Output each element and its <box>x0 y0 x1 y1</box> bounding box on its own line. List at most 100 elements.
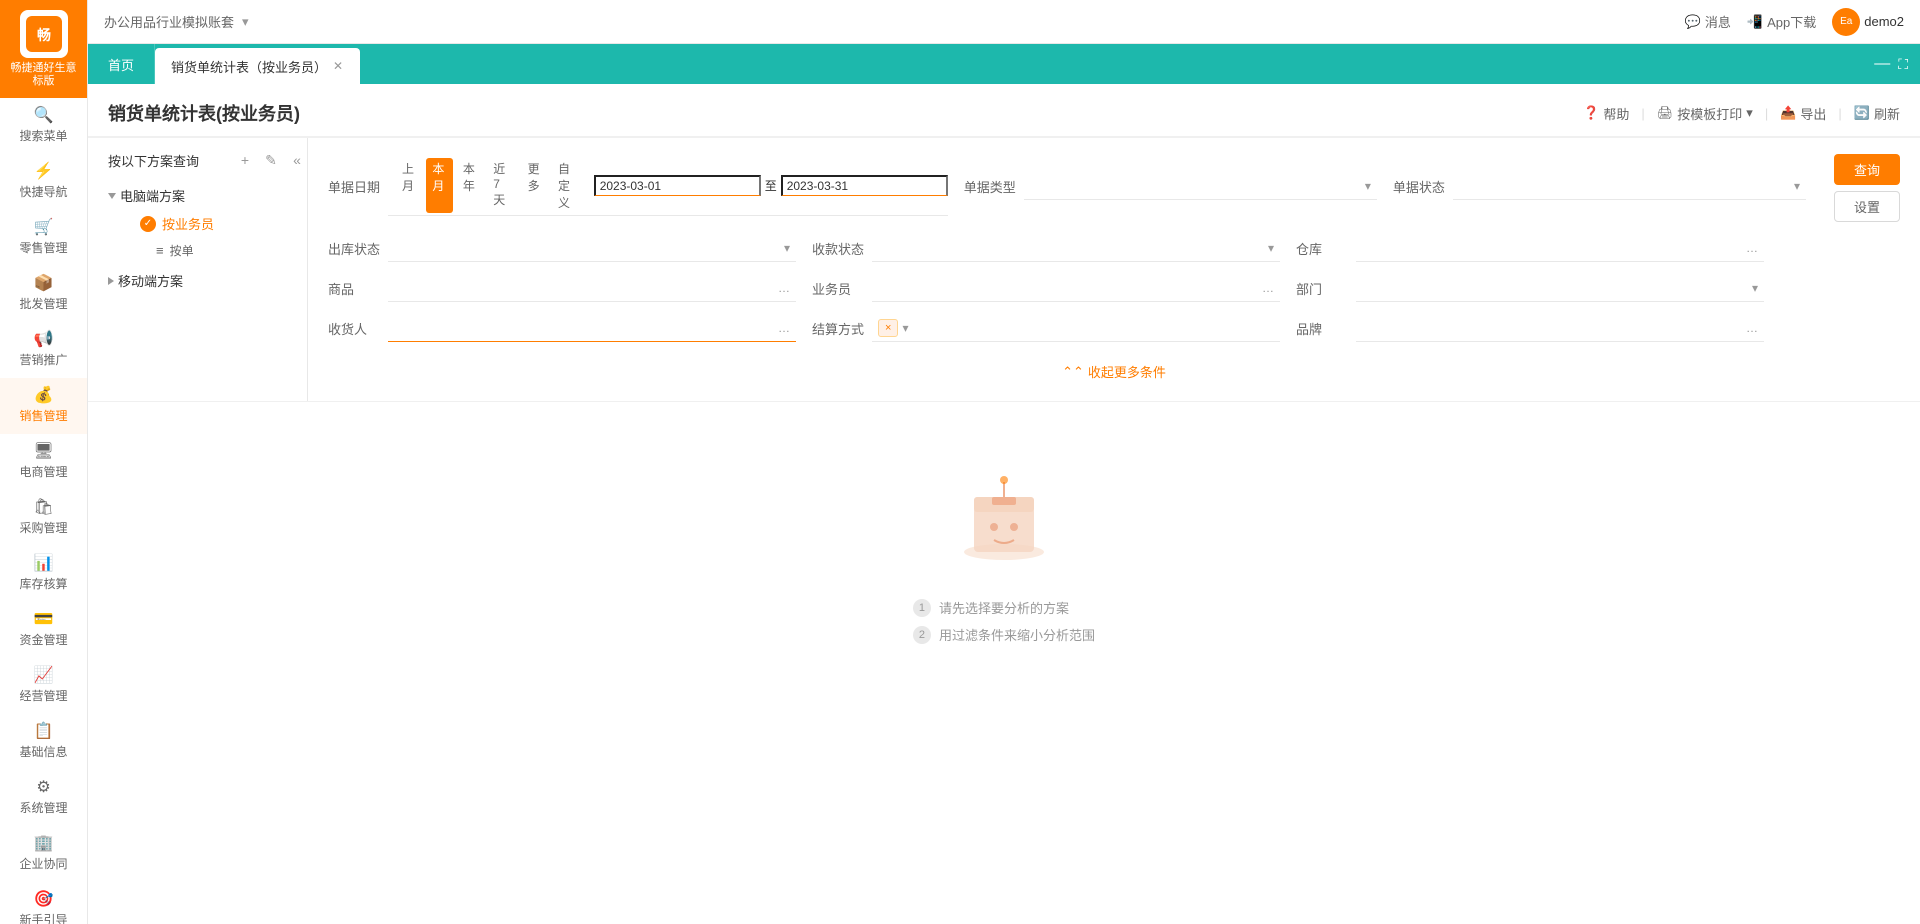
export-button[interactable]: 📤 导出 <box>1780 104 1826 123</box>
sidebar-item-ecommerce[interactable]: 🖥 电商管理 <box>0 434 87 490</box>
filter-scheme-title: 按以下方案查询 <box>108 151 199 170</box>
sidebar-item-enterprise[interactable]: 🏢 企业协同 <box>0 826 87 882</box>
add-scheme-button[interactable]: + <box>235 150 255 170</box>
settlement-dropdown[interactable]: × ▾ <box>872 314 1280 342</box>
tab-minimize-icon[interactable]: — <box>1874 55 1890 73</box>
sidebar-item-label: 采购管理 <box>19 519 67 536</box>
doc-type-dropdown[interactable]: ▾ <box>1024 172 1377 200</box>
outbound-status-dropdown[interactable]: ▾ <box>388 234 796 262</box>
topbar-title: 办公用品行业模拟账套 <box>104 12 234 31</box>
chevron-down-icon: ▾ <box>1268 241 1274 255</box>
filter-item-consignee: 收货人 … <box>328 314 796 342</box>
this-year-btn[interactable]: 本年 <box>457 158 483 213</box>
content: 销货单统计表(按业务员) ❓ 帮助 | 🖨 按模板打印 ▾ | 📤 <box>88 84 1920 924</box>
page-header: 销货单统计表(按业务员) ❓ 帮助 | 🖨 按模板打印 ▾ | 📤 <box>88 84 1920 137</box>
refresh-button[interactable]: 🔄 刷新 <box>1854 104 1900 123</box>
date-to-input[interactable] <box>781 175 948 196</box>
collapse-conditions-button[interactable]: ⌃⌃ 收起更多条件 <box>1062 362 1166 381</box>
this-month-btn[interactable]: 本月 <box>426 158 452 213</box>
sidebar-item-purchase[interactable]: 🛍 采购管理 <box>0 490 87 546</box>
doc-status-dropdown[interactable]: ▾ <box>1453 172 1806 200</box>
page: 销货单统计表(按业务员) ❓ 帮助 | 🖨 按模板打印 ▾ | 📤 <box>88 84 1920 924</box>
sidebar-item-label: 系统管理 <box>19 799 67 816</box>
sidebar-item-label: 库存核算 <box>19 575 67 592</box>
date-label: 单据日期 <box>328 177 388 196</box>
order-icon: ≡ <box>156 243 164 258</box>
filter-item-payment-status: 收款状态 ▾ <box>812 234 1280 262</box>
sidebar-item-wholesale[interactable]: 📦 批发管理 <box>0 266 87 322</box>
purchase-icon: 🛍 <box>33 500 53 516</box>
basic-icon: 📋 <box>34 724 54 740</box>
filter-panel: 按以下方案查询 + ✎ « 电脑端方案 <box>88 138 1920 401</box>
dots-icon: … <box>778 281 790 295</box>
scheme-group-mobile-header[interactable]: 移动端方案 <box>108 267 307 294</box>
sidebar-item-inventory[interactable]: 📊 库存核算 <box>0 546 87 602</box>
doc-type-label: 单据类型 <box>964 177 1024 196</box>
sidebar-item-finance[interactable]: 💳 资金管理 <box>0 602 87 658</box>
filter-item-settlement: 结算方式 × ▾ <box>812 314 1280 342</box>
salesperson-picker[interactable]: … <box>872 274 1280 302</box>
user-area[interactable]: Ea demo2 <box>1832 8 1904 36</box>
edit-scheme-button[interactable]: ✎ <box>261 150 281 170</box>
sidebar-item-sales[interactable]: 💰 销售管理 <box>0 378 87 434</box>
scheme-group-label: 移动端方案 <box>118 271 183 290</box>
marketing-icon: 📢 <box>34 332 54 348</box>
tip-num-1: 1 <box>913 599 931 617</box>
sidebar-item-quicknav[interactable]: ⚡ 快捷导航 <box>0 154 87 210</box>
tabbar: 首页 销货单统计表（按业务员） ✕ — ⛶ <box>88 44 1920 84</box>
tab-home[interactable]: 首页 <box>88 44 155 84</box>
operations-icon: 📈 <box>34 668 54 684</box>
setting-button[interactable]: 设置 <box>1834 191 1900 222</box>
query-button[interactable]: 查询 <box>1834 154 1900 185</box>
product-picker[interactable]: … <box>388 274 796 302</box>
sidebar-item-newbie[interactable]: 🎯 新手引导 <box>0 882 87 924</box>
dept-dropdown[interactable]: ▾ <box>1356 274 1764 302</box>
filter-row-3: 商品 … 业务员 … <box>328 274 1900 302</box>
svg-text:畅: 畅 <box>37 27 51 43</box>
sidebar-item-basic[interactable]: 📋 基础信息 <box>0 714 87 770</box>
chevron-down-icon: ▾ <box>1752 281 1758 295</box>
payment-status-dropdown[interactable]: ▾ <box>872 234 1280 262</box>
brand-picker[interactable]: … <box>1356 314 1764 342</box>
sidebar-item-retail[interactable]: 🛒 零售管理 <box>0 210 87 266</box>
sidebar-item-operations[interactable]: 📈 经营管理 <box>0 658 87 714</box>
custom-btn[interactable]: 自定义 <box>552 158 586 213</box>
warehouse-label: 仓库 <box>1296 239 1356 258</box>
payment-status-label: 收款状态 <box>812 239 872 258</box>
sidebar-item-search[interactable]: 🔍 搜索菜单 <box>0 98 87 154</box>
help-button[interactable]: ❓ 帮助 <box>1583 104 1629 123</box>
sidebar-item-system[interactable]: ⚙ 系统管理 <box>0 770 87 826</box>
last-month-btn[interactable]: 上月 <box>396 158 422 213</box>
sidebar-item-marketing[interactable]: 📢 营销推广 <box>0 322 87 378</box>
tab-close-icon[interactable]: ✕ <box>333 59 343 73</box>
more-btn[interactable]: 更多 <box>522 158 548 213</box>
action-buttons: 查询 设置 <box>1822 150 1900 222</box>
print-button[interactable]: 🖨 按模板打印 ▾ <box>1657 104 1753 123</box>
filter-left-header: 按以下方案查询 + ✎ « <box>108 150 307 178</box>
message-button[interactable]: 💬 消息 <box>1685 12 1731 31</box>
filter-row-1: 单据日期 上月 本月 本年 近7天 更多 自定义 <box>328 150 1900 222</box>
brand-label: 品牌 <box>1296 319 1356 338</box>
scheme-group-desktop-header[interactable]: 电脑端方案 <box>108 182 307 209</box>
tab-sales-stat[interactable]: 销货单统计表（按业务员） ✕ <box>155 48 360 84</box>
sidebar-item-label: 快捷导航 <box>19 183 67 200</box>
refresh-icon: 🔄 <box>1854 105 1870 121</box>
scheme-group-desktop-items: ✓ 按业务员 ≡ 按单 <box>108 209 307 263</box>
topbar-dropdown-icon[interactable]: ▾ <box>242 14 249 30</box>
scheme-item-by-order[interactable]: ≡ 按单 <box>120 238 307 263</box>
empty-tips: 1 请先选择要分析的方案 2 用过滤条件来缩小分析范围 <box>913 598 1095 644</box>
sidebar-item-label: 企业协同 <box>19 855 67 872</box>
avatar: Ea <box>1832 8 1860 36</box>
scheme-item-by-salesperson[interactable]: ✓ 按业务员 <box>120 209 307 238</box>
settlement-tag-close[interactable]: × <box>885 322 891 334</box>
consignee-picker[interactable]: … <box>388 314 796 342</box>
tab-maximize-icon[interactable]: ⛶ <box>1898 56 1908 73</box>
filter-item-doc-status: 单据状态 ▾ <box>1393 172 1806 200</box>
warehouse-picker[interactable]: … <box>1356 234 1764 262</box>
collapse-scheme-button[interactable]: « <box>287 150 307 170</box>
collapse-up-icon: ⌃⌃ <box>1062 364 1084 380</box>
last-7days-btn[interactable]: 近7天 <box>487 158 517 213</box>
app-download-button[interactable]: 📲 App下载 <box>1747 12 1816 31</box>
date-from-input[interactable] <box>594 175 761 196</box>
help-icon: ❓ <box>1583 105 1599 121</box>
